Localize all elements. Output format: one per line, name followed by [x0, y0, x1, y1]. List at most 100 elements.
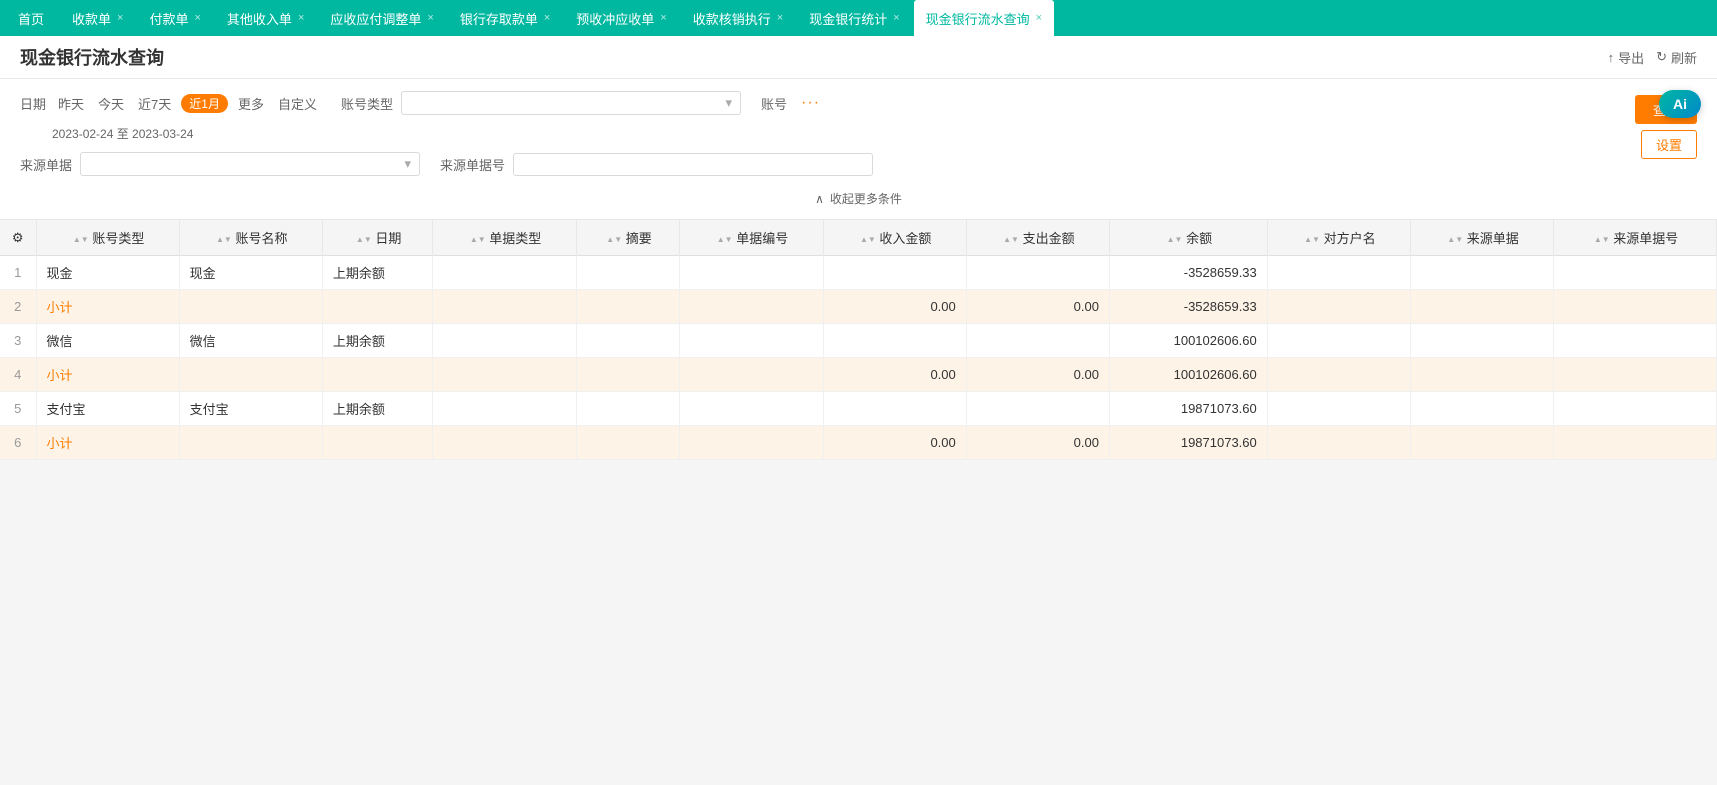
row-number: 4 [0, 358, 36, 392]
nav-tab-2[interactable]: 其他收入单 × [215, 0, 316, 36]
col-doc-no[interactable]: ▲▼ 单据编号 [680, 220, 823, 256]
top-nav: 首页 收款单 × 付款单 × 其他收入单 × 应收应付调整单 × 银行存取款单 … [0, 0, 1717, 36]
col-summary[interactable]: ▲▼ 摘要 [576, 220, 680, 256]
account-type-select[interactable] [401, 91, 741, 115]
nav-tab-5[interactable]: 预收冲应收单 × [564, 0, 678, 36]
col-doc-type[interactable]: ▲▼ 单据类型 [433, 220, 576, 256]
cell-summary [576, 392, 680, 426]
date-opt-more[interactable]: 更多 [234, 92, 268, 115]
cell-balance: 100102606.60 [1109, 358, 1267, 392]
settings-button[interactable]: 设置 [1641, 130, 1697, 159]
collapse-button[interactable]: 收起更多条件 [815, 190, 902, 207]
close-tab-1[interactable]: × [194, 12, 200, 24]
close-tab-8[interactable]: × [1036, 12, 1042, 24]
close-tab-2[interactable]: × [298, 12, 304, 24]
nav-home[interactable]: 首页 [4, 9, 58, 28]
col-source-doc-no[interactable]: ▲▼ 来源单据号 [1554, 220, 1717, 256]
cell-account-name [179, 426, 322, 460]
col-account-name[interactable]: ▲▼ 账号名称 [179, 220, 322, 256]
source-doc-select[interactable] [80, 152, 420, 176]
sort-icon: ▲▼ [1304, 236, 1320, 244]
nav-tab-0[interactable]: 收款单 × [60, 0, 135, 36]
cell-doc-no [680, 426, 823, 460]
cell-doc-no [680, 256, 823, 290]
collapse-row: 收起更多条件 [20, 190, 1697, 207]
nav-tab-1[interactable]: 付款单 × [137, 0, 212, 36]
cell-date [322, 358, 433, 392]
cell-income [823, 324, 966, 358]
page-title: 现金银行流水查询 [20, 44, 164, 70]
table-container: ⚙ ▲▼ 账号类型 ▲▼ 账号名称 ▲▼ 日期 ▲▼ 单据类型 [0, 220, 1717, 460]
sort-icon: ▲▼ [1167, 236, 1183, 244]
cell-source-doc [1410, 290, 1553, 324]
date-options: 昨天 今天 近7天 近1月 更多 自定义 [54, 92, 321, 115]
cell-account-name [179, 290, 322, 324]
cell-source-doc [1410, 426, 1553, 460]
nav-tab-7[interactable]: 现金银行统计 × [797, 0, 911, 36]
col-source-doc[interactable]: ▲▼ 来源单据 [1410, 220, 1553, 256]
table-row: 6小计0.000.0019871073.60 [0, 426, 1717, 460]
close-tab-7[interactable]: × [893, 12, 899, 24]
cell-balance: -3528659.33 [1109, 256, 1267, 290]
cell-doc-no [680, 324, 823, 358]
cell-expense [966, 324, 1109, 358]
cell-counterpart [1267, 324, 1410, 358]
cell-date [322, 426, 433, 460]
col-expense[interactable]: ▲▼ 支出金额 [966, 220, 1109, 256]
table-row: 4小计0.000.00100102606.60 [0, 358, 1717, 392]
cell-doc-type [433, 426, 576, 460]
sort-icon: ▲▼ [606, 236, 622, 244]
sort-icon: ▲▼ [717, 236, 733, 244]
filter-row-2: 来源单据 来源单据号 [20, 152, 1619, 176]
date-opt-1month[interactable]: 近1月 [181, 94, 228, 113]
cell-expense: 0.00 [966, 358, 1109, 392]
nav-tab-4[interactable]: 银行存取款单 × [448, 0, 562, 36]
account-filter-group: 账号 ··· [761, 94, 826, 113]
cell-source-doc [1410, 392, 1553, 426]
date-filter-group: 日期 昨天 今天 近7天 近1月 更多 自定义 [20, 92, 321, 115]
cell-doc-type [433, 324, 576, 358]
col-balance[interactable]: ▲▼ 余额 [1109, 220, 1267, 256]
source-doc-no-input[interactable] [513, 153, 873, 176]
collapse-icon [815, 192, 826, 206]
cell-doc-type [433, 290, 576, 324]
date-opt-custom[interactable]: 自定义 [274, 92, 321, 115]
export-button[interactable]: ↑ 导出 [1608, 48, 1645, 67]
cell-income: 0.00 [823, 290, 966, 324]
cell-source-doc-no [1554, 324, 1717, 358]
nav-tab-3[interactable]: 应收应付调整单 × [318, 0, 445, 36]
date-opt-yesterday[interactable]: 昨天 [54, 92, 88, 115]
nav-tab-8[interactable]: 现金银行流水查询 × [914, 0, 1054, 36]
nav-tab-6[interactable]: 收款核销执行 × [681, 0, 795, 36]
filter-area: 日期 昨天 今天 近7天 近1月 更多 自定义 账号类型 [0, 79, 1717, 220]
close-tab-3[interactable]: × [427, 12, 433, 24]
close-tab-6[interactable]: × [777, 12, 783, 24]
cell-date: 上期余额 [322, 392, 433, 426]
source-doc-label: 来源单据 [20, 155, 72, 174]
col-date[interactable]: ▲▼ 日期 [322, 220, 433, 256]
table-row: 1现金现金上期余额-3528659.33 [0, 256, 1717, 290]
data-table: ⚙ ▲▼ 账号类型 ▲▼ 账号名称 ▲▼ 日期 ▲▼ 单据类型 [0, 220, 1717, 460]
cell-counterpart [1267, 426, 1410, 460]
cell-account-type: 现金 [36, 256, 179, 290]
table-header-row: ⚙ ▲▼ 账号类型 ▲▼ 账号名称 ▲▼ 日期 ▲▼ 单据类型 [0, 220, 1717, 256]
cell-counterpart [1267, 290, 1410, 324]
row-number: 5 [0, 392, 36, 426]
date-opt-7days[interactable]: 近7天 [134, 92, 175, 115]
ai-badge[interactable]: Ai [1659, 90, 1701, 118]
sort-icon: ▲▼ [216, 236, 232, 244]
col-gear[interactable]: ⚙ [0, 220, 36, 256]
close-tab-4[interactable]: × [544, 12, 550, 24]
col-income[interactable]: ▲▼ 收入金额 [823, 220, 966, 256]
cell-doc-type [433, 392, 576, 426]
col-counterpart[interactable]: ▲▼ 对方户名 [1267, 220, 1410, 256]
cell-income: 0.00 [823, 426, 966, 460]
refresh-button[interactable]: ↻ 刷新 [1656, 48, 1697, 67]
close-tab-5[interactable]: × [660, 12, 666, 24]
cell-balance: -3528659.33 [1109, 290, 1267, 324]
col-account-type[interactable]: ▲▼ 账号类型 [36, 220, 179, 256]
account-dots-button[interactable]: ··· [795, 94, 826, 112]
close-tab-0[interactable]: × [117, 12, 123, 24]
cell-doc-no [680, 358, 823, 392]
date-opt-today[interactable]: 今天 [94, 92, 128, 115]
